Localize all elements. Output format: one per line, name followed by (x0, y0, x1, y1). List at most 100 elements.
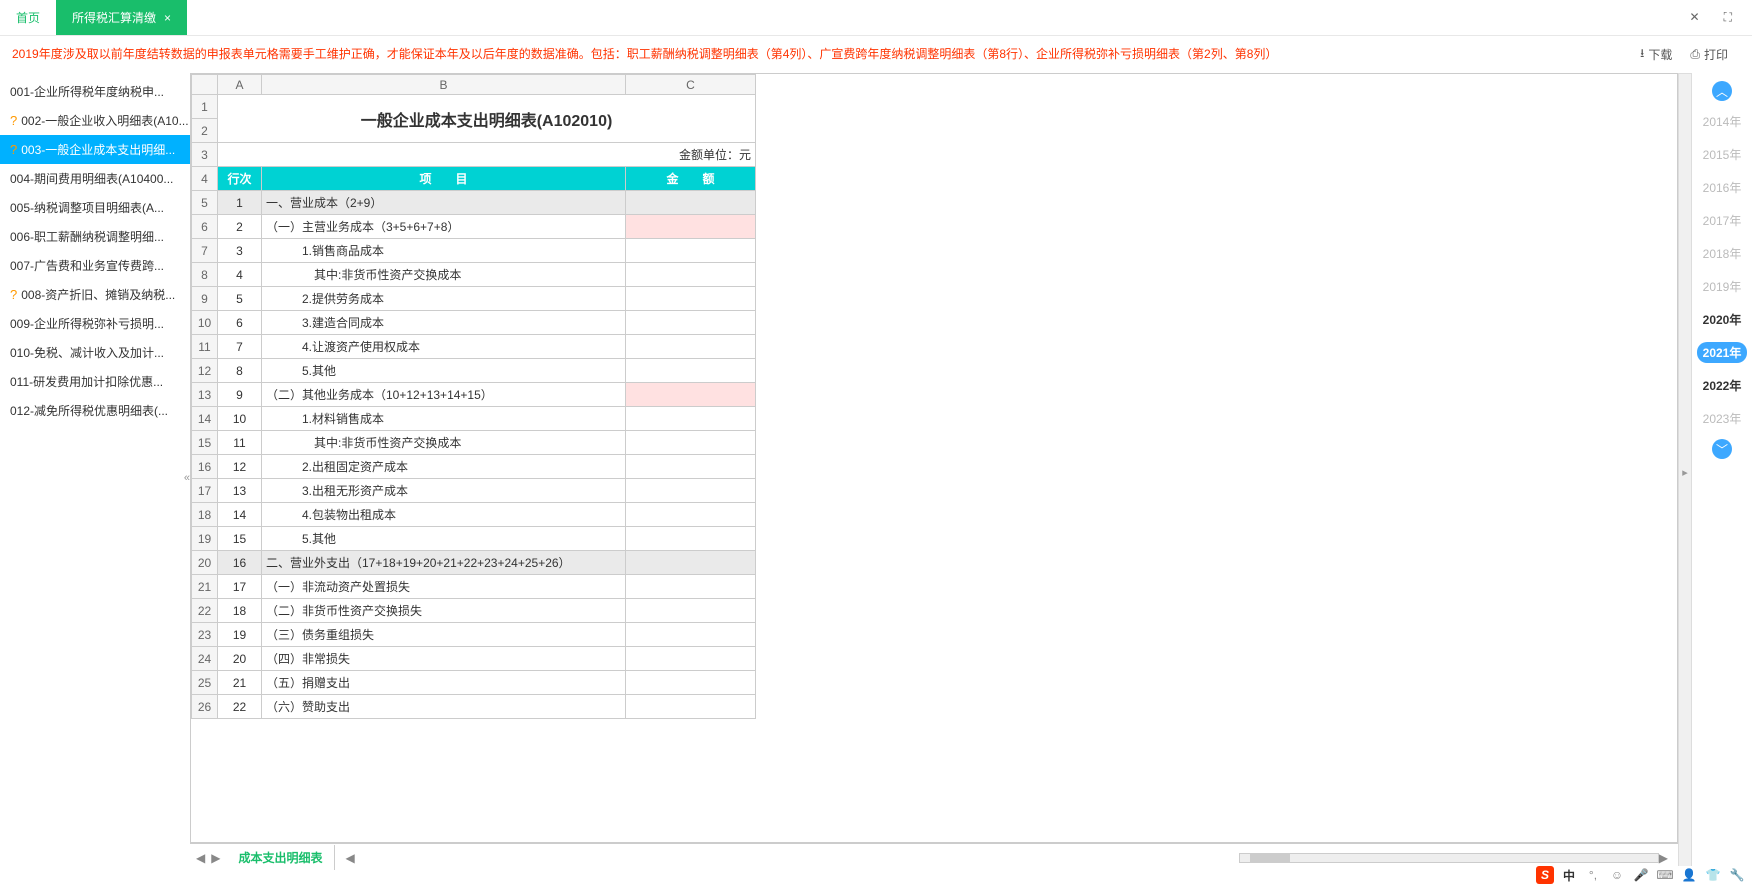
cell[interactable]: 20 (218, 647, 262, 671)
cell[interactable] (626, 575, 756, 599)
row-header[interactable]: 15 (192, 431, 218, 455)
row-header[interactable]: 16 (192, 455, 218, 479)
sidebar-item[interactable]: ?008-资产折旧、摊销及纳税... (0, 280, 190, 309)
cell[interactable] (626, 695, 756, 719)
cell[interactable]: 19 (218, 623, 262, 647)
cell[interactable] (626, 647, 756, 671)
row-header[interactable]: 25 (192, 671, 218, 695)
sidebar-item[interactable]: ?002-一般企业收入明细表(A10... (0, 106, 190, 135)
cell[interactable]: 22 (218, 695, 262, 719)
ime-punct-icon[interactable]: °, (1584, 866, 1602, 884)
sidebar-item[interactable]: 010-免税、减计收入及加计... (0, 338, 190, 367)
cell[interactable] (626, 455, 756, 479)
row-header[interactable]: 18 (192, 503, 218, 527)
cell[interactable] (626, 599, 756, 623)
cell[interactable]: 金额单位：元 (218, 143, 756, 167)
ime-emoji-icon[interactable]: ☺ (1608, 866, 1626, 884)
sidebar-item[interactable]: ?003-一般企业成本支出明细... (0, 135, 190, 164)
sidebar-item[interactable]: 009-企业所得税弥补亏损明... (0, 309, 190, 338)
sidebar-item[interactable]: 004-期间费用明细表(A10400... (0, 164, 190, 193)
cell[interactable]: （二）其他业务成本（10+12+13+14+15） (262, 383, 626, 407)
cell[interactable] (626, 239, 756, 263)
ime-skin-icon[interactable]: 👕 (1704, 866, 1722, 884)
row-header[interactable]: 26 (192, 695, 218, 719)
cell[interactable]: 金 额 (626, 167, 756, 191)
cell[interactable] (626, 335, 756, 359)
year-item[interactable]: 2023年 (1697, 408, 1748, 429)
fullscreen-icon[interactable]: ⛶ (1716, 6, 1740, 29)
cell[interactable]: 行次 (218, 167, 262, 191)
cell[interactable]: 2 (218, 215, 262, 239)
sidebar-item[interactable]: 001-企业所得税年度纳税申... (0, 77, 190, 106)
sidebar-item[interactable]: 012-减免所得税优惠明细表(... (0, 396, 190, 425)
year-scroll-down-icon[interactable]: ﹀ (1712, 439, 1732, 459)
row-header[interactable]: 5 (192, 191, 218, 215)
cell[interactable]: 一、营业成本（2+9） (262, 191, 626, 215)
cell[interactable]: （一）主营业务成本（3+5+6+7+8） (262, 215, 626, 239)
print-button[interactable]: ⎙ 打印 (1690, 46, 1728, 63)
year-item[interactable]: 2015年 (1697, 144, 1748, 165)
year-item[interactable]: 2014年 (1697, 111, 1748, 132)
ime-tool-icon[interactable]: 🔧 (1728, 866, 1746, 884)
right-panel-expand[interactable]: ▸ (1678, 73, 1692, 871)
cell[interactable] (626, 527, 756, 551)
cell[interactable] (626, 623, 756, 647)
cell[interactable] (626, 431, 756, 455)
row-header[interactable]: 20 (192, 551, 218, 575)
close-window-icon[interactable]: ✕ (1682, 6, 1708, 29)
cell[interactable]: （三）债务重组损失 (262, 623, 626, 647)
cell[interactable]: 12 (218, 455, 262, 479)
row-header[interactable]: 21 (192, 575, 218, 599)
cell[interactable]: 5.其他 (262, 359, 626, 383)
cell[interactable] (626, 287, 756, 311)
cell[interactable] (626, 383, 756, 407)
cell[interactable]: 7 (218, 335, 262, 359)
cell[interactable] (626, 407, 756, 431)
cell[interactable]: 1.销售商品成本 (262, 239, 626, 263)
cell[interactable] (626, 503, 756, 527)
sidebar-item[interactable]: 011-研发费用加计扣除优惠... (0, 367, 190, 396)
cell[interactable]: 5.其他 (262, 527, 626, 551)
ime-user-icon[interactable]: 👤 (1680, 866, 1698, 884)
cell[interactable] (626, 215, 756, 239)
sheet-scroll-area[interactable]: ABC1一般企业成本支出明细表(A102010)23金额单位：元4行次项 目金 … (190, 73, 1678, 843)
row-header[interactable]: 14 (192, 407, 218, 431)
cell[interactable]: 11 (218, 431, 262, 455)
row-header[interactable]: 11 (192, 335, 218, 359)
cell[interactable]: 15 (218, 527, 262, 551)
row-header[interactable]: 24 (192, 647, 218, 671)
cell[interactable] (626, 263, 756, 287)
ime-language-icon[interactable]: 中 (1560, 866, 1578, 884)
sidebar-item[interactable]: 006-职工薪酬纳税调整明细... (0, 222, 190, 251)
cell[interactable]: 14 (218, 503, 262, 527)
cell[interactable]: 6 (218, 311, 262, 335)
cell[interactable]: 项 目 (262, 167, 626, 191)
cell[interactable] (626, 671, 756, 695)
row-header[interactable]: 9 (192, 287, 218, 311)
cell[interactable]: 4 (218, 263, 262, 287)
cell[interactable]: （五）捐赠支出 (262, 671, 626, 695)
cell[interactable]: （四）非常损失 (262, 647, 626, 671)
ime-keyboard-icon[interactable]: ⌨ (1656, 866, 1674, 884)
sogou-icon[interactable]: S (1536, 866, 1554, 884)
year-item[interactable]: 2021年 (1697, 342, 1748, 363)
row-header[interactable]: 19 (192, 527, 218, 551)
cell[interactable]: 16 (218, 551, 262, 575)
sidebar-item[interactable]: 005-纳税调整项目明细表(A... (0, 193, 190, 222)
cell[interactable]: 9 (218, 383, 262, 407)
sheet-prev-icon[interactable]: ◀ (196, 851, 205, 865)
year-item[interactable]: 2017年 (1697, 210, 1748, 231)
year-item[interactable]: 2018年 (1697, 243, 1748, 264)
row-header[interactable]: 3 (192, 143, 218, 167)
cell[interactable]: 5 (218, 287, 262, 311)
cell[interactable] (626, 359, 756, 383)
cell[interactable]: 13 (218, 479, 262, 503)
cell[interactable]: （二）非货币性资产交换损失 (262, 599, 626, 623)
year-item[interactable]: 2022年 (1697, 375, 1748, 396)
cell[interactable]: 1.材料销售成本 (262, 407, 626, 431)
year-item[interactable]: 2020年 (1697, 309, 1748, 330)
cell[interactable]: 17 (218, 575, 262, 599)
cell[interactable]: 3.建造合同成本 (262, 311, 626, 335)
year-item[interactable]: 2016年 (1697, 177, 1748, 198)
cell[interactable]: 3.出租无形资产成本 (262, 479, 626, 503)
